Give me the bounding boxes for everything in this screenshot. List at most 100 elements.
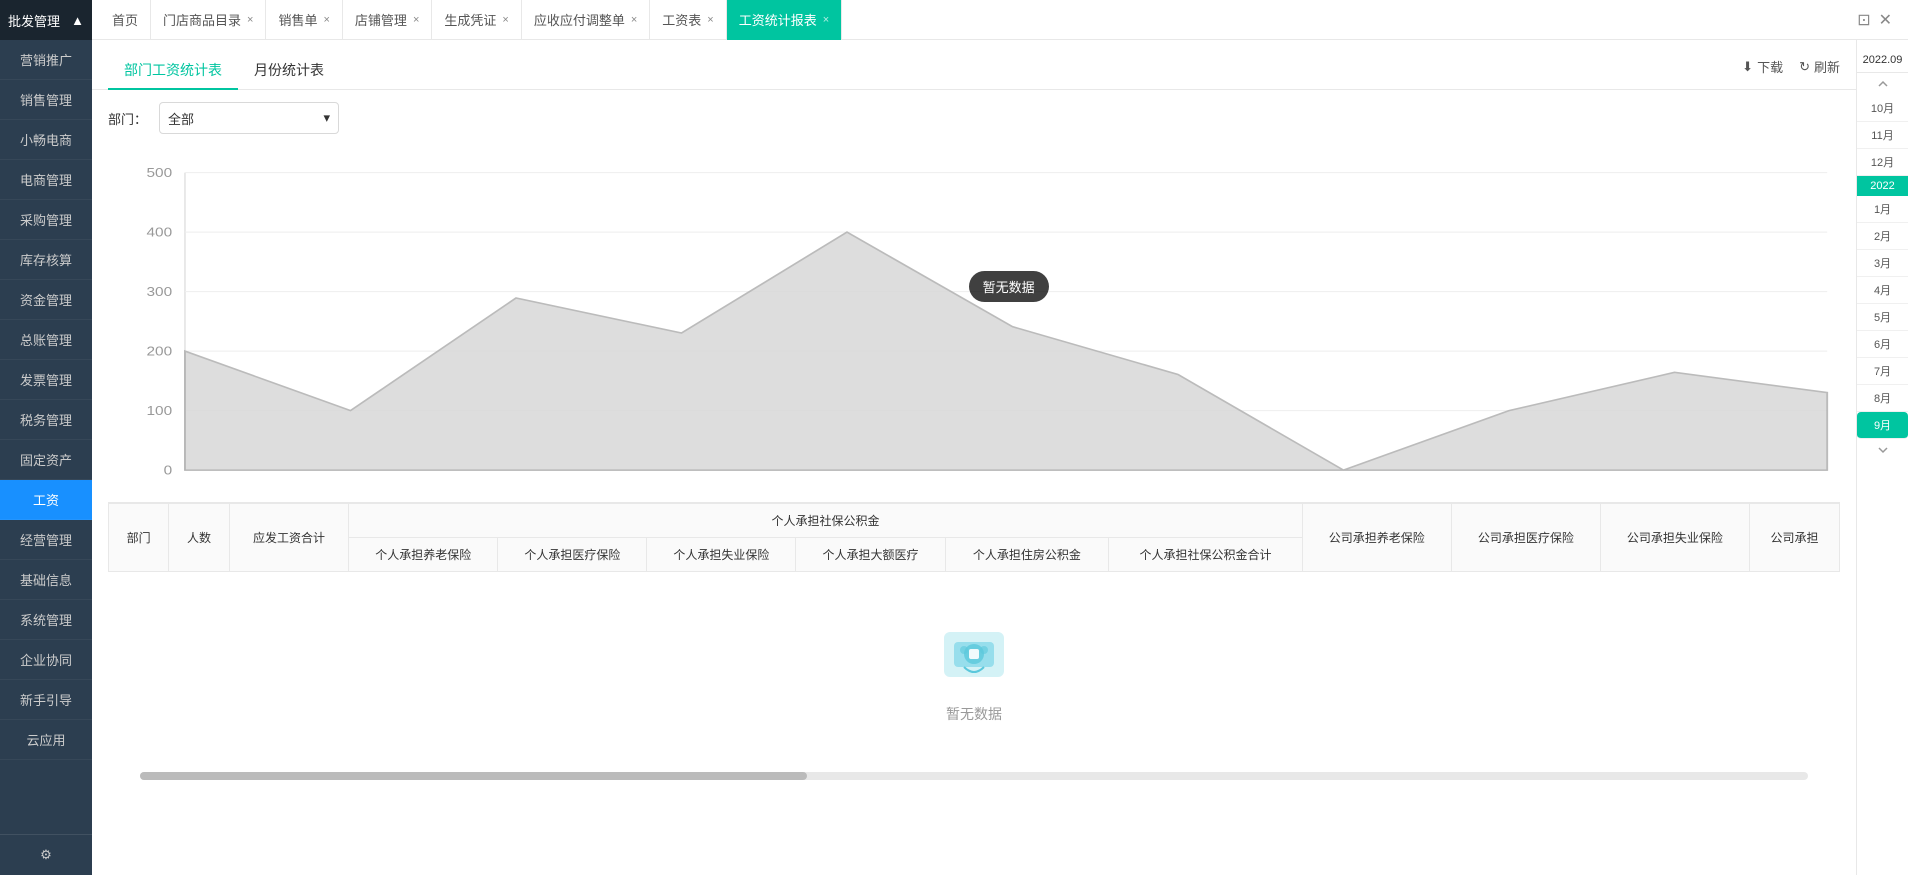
th-company-medical: 公司承担医疗保险 [1451, 504, 1600, 572]
th-personal-large-medical: 个人承担大额医疗 [796, 538, 945, 572]
tab-store-catalog-label: 门店商品目录 [163, 10, 241, 29]
tab-home[interactable]: 首页 [100, 0, 151, 40]
sub-tab-bar: 部门工资统计表 月份统计表 ⬇ 下载 ↻ 刷新 [92, 40, 1856, 90]
sidebar-item-zjgl[interactable]: 资金管理 [0, 280, 92, 320]
tab-payroll-report-close[interactable]: × [823, 14, 829, 26]
sidebar-item-jygl[interactable]: 经营管理 [0, 520, 92, 560]
sidebar-item-yyyp[interactable]: 云应用 [0, 720, 92, 760]
tab-voucher-label: 生成凭证 [444, 10, 496, 29]
svg-text:300: 300 [146, 284, 172, 298]
tab-bar: 首页 门店商品目录 × 销售单 × 店铺管理 × 生成凭证 × 应收应付调整单 … [92, 0, 1908, 40]
dept-filter-value: 全部 [168, 109, 194, 128]
tab-ap-adjust-close[interactable]: × [631, 14, 637, 26]
chevron-down-icon: ▾ [323, 110, 330, 126]
gear-icon: ⚙ [40, 847, 52, 862]
tab-ap-adjust-label: 应收应付调整单 [534, 10, 625, 29]
sidebar-item-dsgl[interactable]: 电商管理 [0, 160, 92, 200]
tab-voucher[interactable]: 生成凭证 × [432, 0, 521, 40]
cal-month-5[interactable]: 5月 [1857, 304, 1908, 331]
tab-store-catalog-close[interactable]: × [247, 14, 253, 26]
cal-nav-down[interactable] [1857, 439, 1908, 461]
close-all-icon[interactable]: ✕ [1879, 10, 1892, 30]
th-company-pension: 公司承担养老保险 [1302, 504, 1451, 572]
page-main: 部门工资统计表 月份统计表 ⬇ 下载 ↻ 刷新 部门： 全部 [92, 40, 1856, 875]
horizontal-scrollbar[interactable] [140, 772, 1808, 780]
sidebar-item-xpds[interactable]: 小畅电商 [0, 120, 92, 160]
th-count: 人数 [169, 504, 229, 572]
download-icon: ⬇ [1742, 59, 1753, 75]
restore-icon[interactable]: ⊡ [1857, 10, 1870, 30]
sidebar-item-fpgl[interactable]: 发票管理 [0, 360, 92, 400]
cal-month-9[interactable]: 9月 [1857, 412, 1908, 439]
empty-state: 暂无数据 [108, 572, 1840, 764]
svg-text:400: 400 [146, 225, 172, 239]
sidebar-item-kchs[interactable]: 库存核算 [0, 240, 92, 280]
sidebar-item-cggl[interactable]: 采购管理 [0, 200, 92, 240]
th-personal-total: 个人承担社保公积金合计 [1109, 538, 1302, 572]
sidebar-item-jcxx[interactable]: 基础信息 [0, 560, 92, 600]
cal-header: 2022.09 [1857, 48, 1908, 73]
tab-shop-mgmt-close[interactable]: × [413, 14, 419, 26]
th-personal-unemployment: 个人承担失业保险 [647, 538, 796, 572]
chart-no-data-tooltip: 暂无数据 [969, 271, 1049, 302]
main-area: 首页 门店商品目录 × 销售单 × 店铺管理 × 生成凭证 × 应收应付调整单 … [92, 0, 1908, 875]
sidebar-header[interactable]: 批发管理 ▲ [0, 0, 92, 40]
table-container: 部门 人数 应发工资合计 个人承担社保公积金 公司承担养老保险 公司承担医疗保险… [108, 502, 1840, 792]
sidebar-item-gz[interactable]: 工资 [0, 480, 92, 520]
cal-month-10[interactable]: 10月 [1857, 95, 1908, 122]
cal-month-4[interactable]: 4月 [1857, 277, 1908, 304]
sidebar-item-swgl[interactable]: 税务管理 [0, 400, 92, 440]
sidebar: 批发管理 ▲ 营销推广 销售管理 小畅电商 电商管理 采购管理 库存核算 资金管… [0, 0, 92, 875]
tab-ap-adjust[interactable]: 应收应付调整单 × [522, 0, 650, 40]
th-total-salary: 应发工资合计 [229, 504, 349, 572]
cal-month-6[interactable]: 6月 [1857, 331, 1908, 358]
tab-sales-close[interactable]: × [323, 14, 329, 26]
chart-container: 500 400 300 200 100 0 暂无数据 [92, 146, 1856, 875]
sidebar-item-zzgl[interactable]: 总账管理 [0, 320, 92, 360]
tab-sales[interactable]: 销售单 × [266, 0, 342, 40]
data-table: 部门 人数 应发工资合计 个人承担社保公积金 公司承担养老保险 公司承担医疗保险… [108, 503, 1840, 572]
sidebar-item-yxtt[interactable]: 营销推广 [0, 40, 92, 80]
cal-month-11[interactable]: 11月 [1857, 122, 1908, 149]
dept-filter-select[interactable]: 全部 ▾ [159, 102, 339, 134]
sub-tab-actions: ⬇ 下载 ↻ 刷新 [1742, 57, 1840, 84]
tab-payroll-label: 工资表 [662, 10, 701, 29]
sub-tab-month[interactable]: 月份统计表 [238, 52, 340, 90]
sidebar-toggle-icon: ▲ [71, 13, 84, 28]
content-area: 部门工资统计表 月份统计表 ⬇ 下载 ↻ 刷新 部门： 全部 [92, 40, 1908, 875]
chevron-up-icon [1876, 77, 1890, 91]
tab-payroll-report[interactable]: 工资统计报表 × [727, 0, 842, 40]
sidebar-item-xsgl[interactable]: 销售管理 [0, 80, 92, 120]
tab-voucher-close[interactable]: × [502, 14, 508, 26]
cal-month-12[interactable]: 12月 [1857, 149, 1908, 176]
cal-month-8[interactable]: 8月 [1857, 385, 1908, 412]
cal-month-3[interactable]: 3月 [1857, 250, 1908, 277]
download-button[interactable]: ⬇ 下载 [1742, 57, 1783, 76]
sidebar-item-qyxt[interactable]: 企业协同 [0, 640, 92, 680]
th-dept: 部门 [109, 504, 169, 572]
cal-month-2[interactable]: 2月 [1857, 223, 1908, 250]
sub-tab-dept[interactable]: 部门工资统计表 [108, 52, 238, 90]
cal-month-7[interactable]: 7月 [1857, 358, 1908, 385]
tab-payroll[interactable]: 工资表 × [650, 0, 726, 40]
svg-text:100: 100 [146, 403, 172, 417]
sidebar-item-xsyd[interactable]: 新手引导 [0, 680, 92, 720]
refresh-icon: ↻ [1799, 59, 1810, 75]
empty-label: 暂无数据 [946, 704, 1002, 724]
refresh-label: 刷新 [1814, 57, 1840, 76]
cal-nav-up[interactable] [1857, 73, 1908, 95]
right-sidebar: 2022.09 10月 11月 12月 2022 1月 2月 3月 4月 5月 … [1856, 40, 1908, 875]
tab-store-catalog[interactable]: 门店商品目录 × [151, 0, 266, 40]
svg-text:0: 0 [164, 463, 173, 477]
scrollbar-thumb [140, 772, 807, 780]
tab-shop-mgmt[interactable]: 店铺管理 × [343, 0, 432, 40]
settings-button[interactable]: ⚙ [0, 834, 92, 875]
th-personal-medical: 个人承担医疗保险 [498, 538, 647, 572]
sidebar-item-gdzc[interactable]: 固定资产 [0, 440, 92, 480]
tab-payroll-close[interactable]: × [707, 14, 713, 26]
tab-sales-label: 销售单 [278, 10, 317, 29]
sidebar-item-xtgl[interactable]: 系统管理 [0, 600, 92, 640]
empty-illustration [934, 612, 1014, 692]
cal-month-1[interactable]: 1月 [1857, 196, 1908, 223]
refresh-button[interactable]: ↻ 刷新 [1799, 57, 1840, 76]
